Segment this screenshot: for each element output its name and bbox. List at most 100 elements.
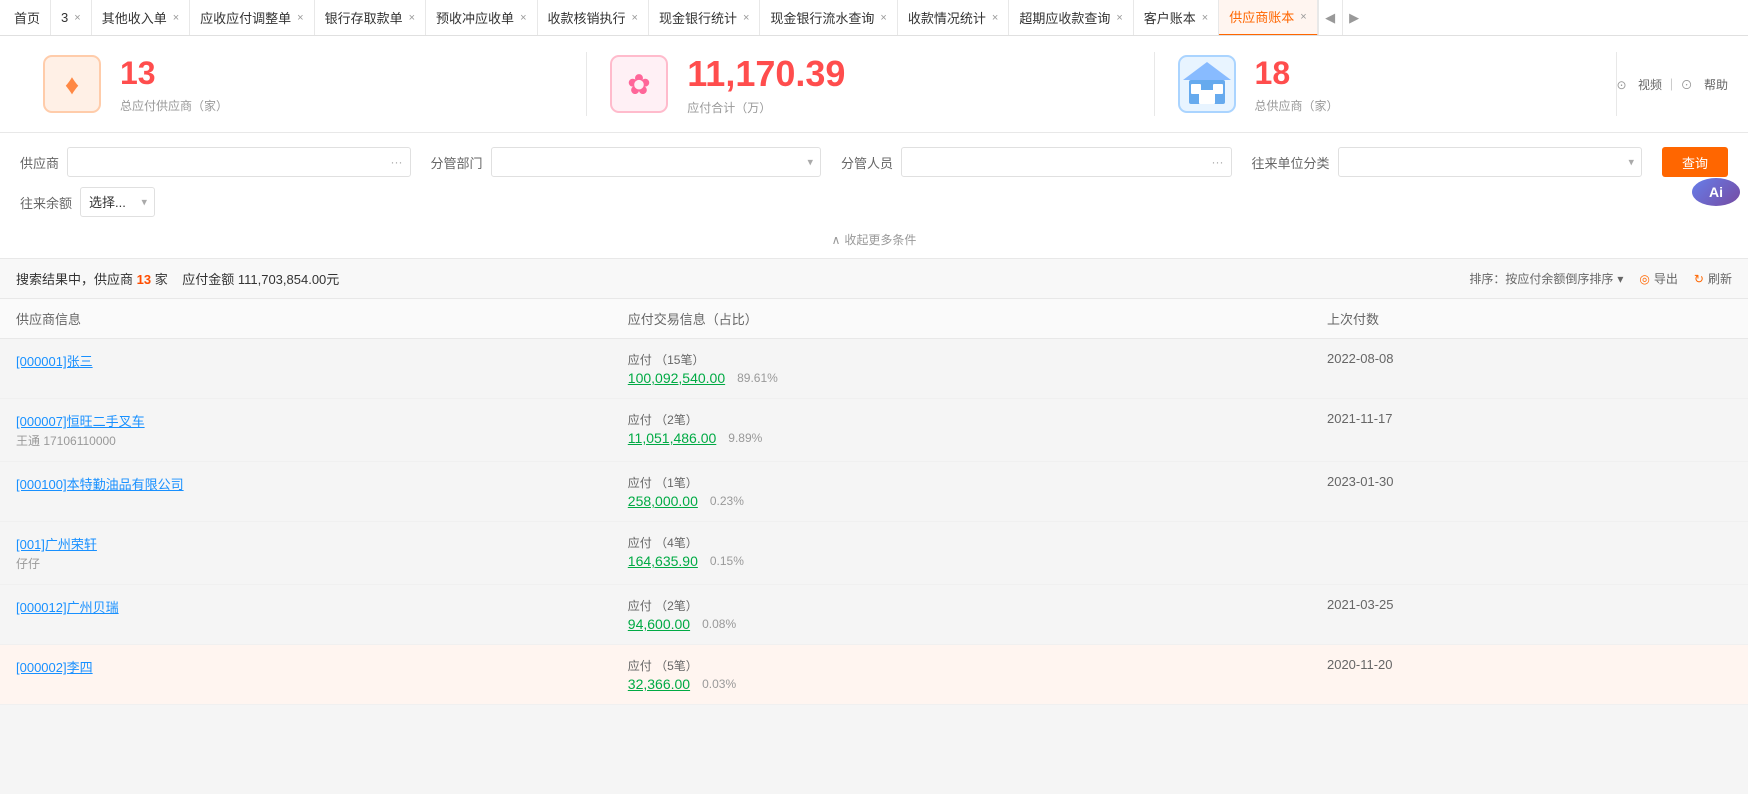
- col-supplier-info: 供应商信息: [0, 299, 612, 339]
- supplier-link[interactable]: [000100]本特勤油品有限公司: [16, 477, 184, 492]
- tx-label: 应付 （2笔）: [628, 411, 1295, 428]
- nav-tab-3[interactable]: 3 ×: [51, 0, 92, 36]
- close-icon[interactable]: ×: [880, 12, 886, 24]
- supplier-link[interactable]: [000002]李四: [16, 660, 93, 675]
- tx-label: 应付 （4笔）: [628, 534, 1295, 551]
- col-last-pay: 上次付数: [1311, 299, 1748, 339]
- nav-tab-overdue[interactable]: 超期应收款查询 ×: [1009, 0, 1133, 36]
- table-toolbar: 搜索结果中，供应商 13 家 应付金额 111,703,854.00元 排序：按…: [0, 259, 1748, 299]
- help-link[interactable]: 帮助: [1704, 78, 1728, 92]
- last-pay-date: 2022-08-08: [1327, 351, 1394, 366]
- supplier-info-cell: [001]广州荣轩仔仔: [0, 522, 612, 585]
- percent-value: 89.61%: [737, 371, 778, 385]
- refresh-button[interactable]: ↻ 刷新: [1694, 270, 1732, 287]
- table-row: [000007]恒旺二手叉车王通 17106110000应付 （2笔）11,05…: [0, 399, 1748, 462]
- close-icon[interactable]: ×: [74, 12, 80, 24]
- amount-row: 32,366.000.03%: [628, 676, 1295, 692]
- person-filter-label: 分管人员: [841, 153, 893, 172]
- supplier-link[interactable]: [000012]广州贝瑞: [16, 600, 119, 615]
- close-icon[interactable]: ×: [173, 12, 179, 24]
- supplier-icon: ♦: [40, 52, 104, 116]
- table-row: [000002]李四 应付 （5笔） 32,366.000.03% 2020-11-2…: [0, 645, 1748, 705]
- nav-tab-customer-ledger[interactable]: 客户账本 ×: [1134, 0, 1219, 36]
- col-tx-info: 应付交易信息（占比）: [612, 299, 1311, 339]
- amount-value[interactable]: 258,000.00: [628, 493, 698, 509]
- close-icon[interactable]: ×: [1116, 12, 1122, 24]
- percent-value: 0.23%: [710, 494, 744, 508]
- amount-value[interactable]: 32,366.00: [628, 676, 690, 692]
- last-pay-date: 2021-03-25: [1327, 597, 1394, 612]
- nav-tab-adjustment[interactable]: 应收应付调整单 ×: [190, 0, 314, 36]
- nav-tab-bank-deposit[interactable]: 银行存取款单 ×: [315, 0, 426, 36]
- amount-row: 11,051,486.00 9.89%: [628, 430, 1295, 446]
- amount-value[interactable]: 11,051,486.00: [628, 430, 717, 446]
- nav-tab-home[interactable]: 首页: [4, 0, 51, 36]
- sort-selector[interactable]: 排序：按应付余额倒序排序 ▾: [1469, 270, 1623, 287]
- nav-tab-prepay[interactable]: 预收冲应收单 ×: [426, 0, 537, 36]
- close-icon[interactable]: ×: [1202, 12, 1208, 24]
- last-pay-date: 2021-11-17: [1327, 411, 1393, 426]
- nav-tab-collection[interactable]: 收款核销执行 ×: [538, 0, 649, 36]
- category-select[interactable]: [1338, 147, 1642, 177]
- nav-right-arrow[interactable]: ▶: [1342, 0, 1366, 36]
- close-icon[interactable]: ×: [520, 12, 526, 24]
- category-filter-label: 往来单位分类: [1252, 153, 1330, 172]
- dept-select[interactable]: [491, 147, 821, 177]
- search-button[interactable]: 查询: [1662, 147, 1728, 177]
- amount-value[interactable]: 94,600.00: [628, 616, 690, 632]
- amount-row: 94,600.000.08%: [628, 616, 1295, 632]
- nav-tab-other-income[interactable]: 其他收入单 ×: [92, 0, 190, 36]
- tx-label: 应付 （5笔）: [628, 657, 1295, 674]
- filter-area: 供应商 ··· 分管部门 ▾ 分管人员: [0, 133, 1748, 259]
- supplier-input[interactable]: [67, 147, 410, 177]
- ai-badge[interactable]: Ai: [1692, 178, 1740, 206]
- payable-amount: 11,170.39: [687, 52, 845, 95]
- nav-tab-collection-stats[interactable]: 收款情况统计 ×: [898, 0, 1009, 36]
- supplier-link[interactable]: [000007]恒旺二手叉车: [16, 414, 145, 429]
- balance-select[interactable]: 选择...: [80, 187, 155, 217]
- summary-card-payable: ✿ 11,170.39 应付合计（万）: [587, 52, 1154, 116]
- table-header: 供应商信息 应付交易信息（占比） 上次付数: [0, 299, 1748, 339]
- summary-bar: ♦ 13 总应付供应商（家） ✿ 11,170.39 应付合计（万）: [0, 36, 1748, 133]
- percent-value: 9.89%: [728, 431, 762, 445]
- nav-left-arrow[interactable]: ◀: [1318, 0, 1342, 36]
- close-icon[interactable]: ×: [743, 12, 749, 24]
- export-button[interactable]: ◎ 导出: [1639, 270, 1678, 287]
- last-pay-date: 2020-11-20: [1327, 657, 1393, 672]
- tx-label: 应付 （2笔）: [628, 597, 1295, 614]
- close-icon[interactable]: ×: [992, 12, 998, 24]
- tx-label: 应付 （15笔）: [628, 351, 1295, 368]
- filter-supplier: 供应商 ···: [20, 147, 411, 177]
- collapse-button[interactable]: ∧ 收起更多条件: [20, 227, 1728, 248]
- payable-amount-label: 应付合计（万）: [687, 99, 845, 116]
- filter-person: 分管人员 ···: [841, 147, 1232, 177]
- chevron-up-icon: ∧: [832, 233, 841, 247]
- tx-info-cell: 应付 （4笔）164,635.900.15%: [612, 522, 1311, 585]
- tx-info-cell: 应付 （5笔） 32,366.000.03%: [612, 645, 1311, 705]
- filter-row-2: 往来余额 选择... ▾: [20, 187, 1728, 217]
- close-icon[interactable]: ×: [409, 12, 415, 24]
- tx-info-cell: 应付 （1笔）258,000.000.23%: [612, 462, 1311, 522]
- nav-tab-cash-stats[interactable]: 现金银行统计 ×: [649, 0, 760, 36]
- video-link[interactable]: 视频: [1638, 78, 1662, 92]
- table-row: [000012]广州贝瑞 应付 （2笔） 94,600.000.08% 2021-03…: [0, 585, 1748, 645]
- result-info: 搜索结果中，供应商 13 家 应付金额 111,703,854.00元: [16, 269, 1469, 288]
- supplier-link[interactable]: [000001]张三: [16, 354, 93, 369]
- nav-tab-cash-flow[interactable]: 现金银行流水查询 ×: [760, 0, 897, 36]
- close-icon[interactable]: ×: [297, 12, 303, 24]
- tx-info-cell: 应付 （2笔） 11,051,486.00 9.89%: [612, 399, 1311, 462]
- person-input[interactable]: [901, 147, 1231, 177]
- amount-value[interactable]: 164,635.90: [628, 553, 698, 569]
- svg-text:✿: ✿: [628, 69, 651, 100]
- nav-tab-supplier-ledger[interactable]: 供应商账本 ×: [1219, 0, 1317, 36]
- supplier-link[interactable]: [001]广州荣轩: [16, 537, 97, 552]
- supplier-info-cell: [000001]张三: [0, 339, 612, 399]
- dept-filter-label: 分管部门: [431, 153, 483, 172]
- close-icon[interactable]: ×: [632, 12, 638, 24]
- amount-value[interactable]: 100,092,540.00: [628, 370, 725, 386]
- close-icon[interactable]: ×: [1300, 11, 1306, 23]
- summary-card-total: 18 总供应商（家）: [1155, 52, 1617, 116]
- filter-dept: 分管部门 ▾: [431, 147, 822, 177]
- tx-info-cell: 应付 （2笔） 94,600.000.08%: [612, 585, 1311, 645]
- total-supplier-label: 总供应商（家）: [1255, 97, 1339, 114]
